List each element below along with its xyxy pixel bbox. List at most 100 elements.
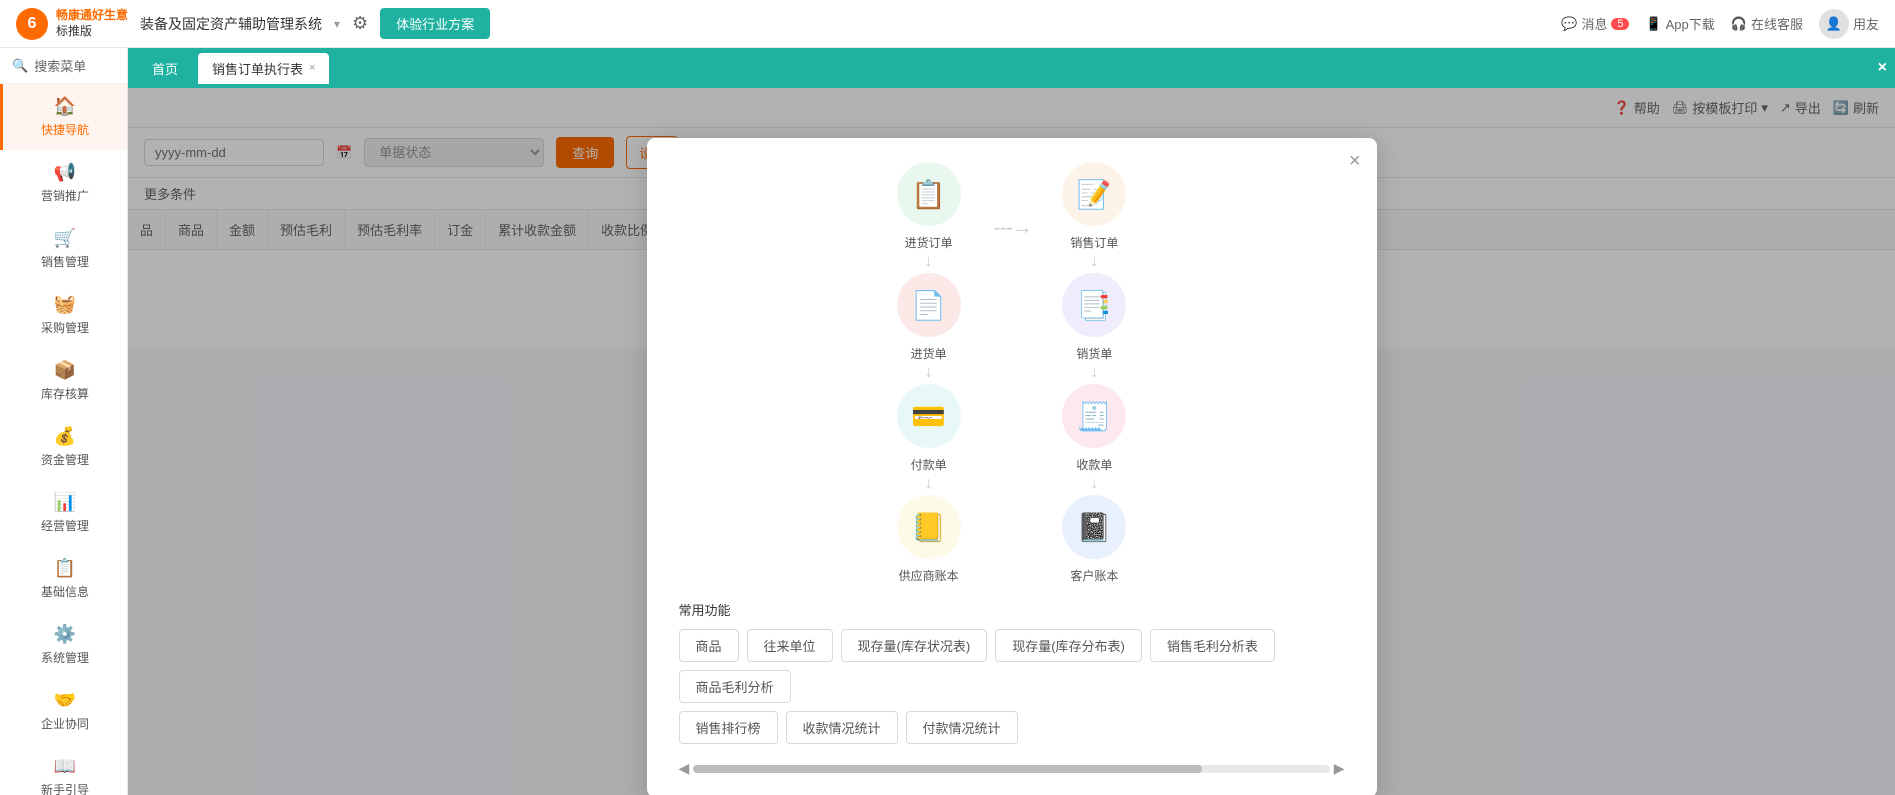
flow-node-payment[interactable]: 💳 付款单 xyxy=(864,384,994,473)
sales-order-label: 销售订单 xyxy=(1070,234,1118,251)
func-btn-现存量(库存状况表)[interactable]: 现存量(库存状况表) xyxy=(841,629,988,662)
payment-circle: 💳 xyxy=(897,384,961,448)
scroll-right-icon[interactable]: ▶ xyxy=(1334,760,1345,777)
sidebar-item-finance[interactable]: 💰 资金管理 xyxy=(0,414,127,480)
sidebar-item-purchase-mgmt[interactable]: 🧺 采购管理 xyxy=(0,282,127,348)
right-flow-col: 📝 销售订单 ↓ 📑 xyxy=(1029,162,1159,584)
flow-diagram: 📋 进货订单 ↓ 📄 xyxy=(679,162,1345,584)
payment-label: 付款单 xyxy=(911,456,947,473)
online-service-button[interactable]: 🎧 在线客服 xyxy=(1731,14,1803,33)
purchase-order-label: 进货订单 xyxy=(905,234,953,251)
top-bar-actions: 💬 消息 5 📱 App下载 🎧 在线客服 👤 用友 xyxy=(1561,9,1879,39)
func-btn-现存量(库存分布表)[interactable]: 现存量(库存分布表) xyxy=(995,629,1142,662)
func-btn-往来单位[interactable]: 往来单位 xyxy=(747,629,833,662)
func-btn-付款情况统计[interactable]: 付款情况统计 xyxy=(906,711,1018,744)
purchase-bill-circle: 📄 xyxy=(897,273,961,337)
search-icon: 🔍 xyxy=(12,58,28,74)
app-download-icon: 📱 xyxy=(1645,16,1661,32)
logo-area: 6 畅康通好生意 标推版 xyxy=(16,8,128,40)
sidebar-item-inventory[interactable]: 📦 库存核算 xyxy=(0,348,127,414)
sidebar-item-marketing[interactable]: 📢 营销推广 xyxy=(0,150,127,216)
basic-info-icon: 📋 xyxy=(54,558,76,579)
purchase-bill-label: 进货单 xyxy=(911,345,947,362)
sidebar-item-newbie[interactable]: 📖 新手引导 xyxy=(0,744,127,795)
app-download-button[interactable]: 📱 App下载 xyxy=(1645,14,1714,33)
customer-ledger-circle: 📓 xyxy=(1062,495,1126,559)
flow-node-receipt[interactable]: 🧾 收款单 xyxy=(1029,384,1159,473)
scroll-left-icon[interactable]: ◀ xyxy=(679,760,690,777)
sidebar-search[interactable]: 🔍 搜索菜单 xyxy=(0,48,127,84)
finance-icon: 💰 xyxy=(54,426,76,447)
func-btn-销售排行榜[interactable]: 销售排行榜 xyxy=(679,711,778,744)
func-buttons-row-2: 销售排行榜收款情况统计付款情况统计 xyxy=(679,711,1345,744)
flow-modal: × 📋 进货订单 xyxy=(647,138,1377,795)
arrow-down-1: ↓ xyxy=(925,253,933,271)
ops-mgmt-icon: 📊 xyxy=(54,492,76,513)
purchase-mgmt-icon: 🧺 xyxy=(54,294,76,315)
arrow-down-6: ↓ xyxy=(1090,475,1098,493)
flow-node-sales-order[interactable]: 📝 销售订单 xyxy=(1029,162,1159,251)
scrollbar-thumb xyxy=(693,765,1202,773)
sidebar: 🔍 搜索菜单 🏠 快捷导航 📢 营销推广 🛒 销售管理 🧺 采购管理 📦 库存核… xyxy=(0,48,128,795)
sales-order-circle: 📝 xyxy=(1062,162,1126,226)
avatar: 👤 xyxy=(1819,9,1849,39)
flow-node-customer-ledger[interactable]: 📓 客户账本 xyxy=(1029,495,1159,584)
sidebar-item-quick-nav[interactable]: 🏠 快捷导航 xyxy=(0,84,127,150)
arrow-down-3: ↓ xyxy=(925,475,933,493)
sidebar-item-sales-mgmt[interactable]: 🛒 销售管理 xyxy=(0,216,127,282)
sidebar-item-ops-mgmt[interactable]: 📊 经营管理 xyxy=(0,480,127,546)
tab-close-icon[interactable]: × xyxy=(309,62,315,74)
scrollbar-track[interactable] xyxy=(693,765,1329,773)
receipt-circle: 🧾 xyxy=(1062,384,1126,448)
arrow-down-4: ↓ xyxy=(1090,253,1098,271)
content-area: 首页 销售订单执行表 × × ❓ 帮助 🖨 xyxy=(128,48,1895,795)
user-menu-button[interactable]: 👤 用友 xyxy=(1819,9,1879,39)
finance-label: 资金管理 xyxy=(41,451,89,468)
flow-node-supplier-ledger[interactable]: 📒 供应商账本 xyxy=(864,495,994,584)
purchase-mgmt-label: 采购管理 xyxy=(41,319,89,336)
func-btn-商品[interactable]: 商品 xyxy=(679,629,739,662)
tab-sales-execution[interactable]: 销售订单执行表 × xyxy=(198,53,329,84)
enterprise-label: 企业协同 xyxy=(41,715,89,732)
settings-icon[interactable]: ⚙ xyxy=(352,13,368,34)
basic-info-label: 基础信息 xyxy=(41,583,89,600)
inventory-icon: 📦 xyxy=(54,360,76,381)
sidebar-item-enterprise[interactable]: 🤝 企业协同 xyxy=(0,678,127,744)
left-flow-col: 📋 进货订单 ↓ 📄 xyxy=(864,162,994,584)
sales-bill-label: 销货单 xyxy=(1076,345,1112,362)
experience-button[interactable]: 体验行业方案 xyxy=(380,8,490,39)
arrow-down-5: ↓ xyxy=(1090,364,1098,382)
tab-home[interactable]: 首页 xyxy=(136,51,194,86)
func-buttons-row-1: 商品往来单位现存量(库存状况表)现存量(库存分布表)销售毛利分析表商品毛利分析 xyxy=(679,629,1345,703)
common-functions-title: 常用功能 xyxy=(679,600,1345,619)
marketing-icon: 📢 xyxy=(54,162,76,183)
message-badge: 5 xyxy=(1611,18,1629,30)
inventory-label: 库存核算 xyxy=(41,385,89,402)
ops-mgmt-label: 经营管理 xyxy=(41,517,89,534)
logo-text: 畅康通好生意 标推版 xyxy=(56,8,128,39)
sidebar-item-basic-info[interactable]: 📋 基础信息 xyxy=(0,546,127,612)
sales-mgmt-icon: 🛒 xyxy=(54,228,76,249)
system-dropdown-arrow[interactable]: ▾ xyxy=(334,17,340,31)
flow-node-purchase-bill[interactable]: 📄 进货单 xyxy=(864,273,994,362)
sales-mgmt-label: 销售管理 xyxy=(41,253,89,270)
message-button[interactable]: 💬 消息 5 xyxy=(1561,14,1629,33)
func-btn-销售毛利分析表[interactable]: 销售毛利分析表 xyxy=(1150,629,1275,662)
sidebar-item-sys-mgmt[interactable]: ⚙️ 系统管理 xyxy=(0,612,127,678)
message-icon: 💬 xyxy=(1561,16,1577,32)
flow-node-sales-bill[interactable]: 📑 销货单 xyxy=(1029,273,1159,362)
close-all-tabs-button[interactable]: × xyxy=(1878,59,1887,77)
common-functions-section: 常用功能 商品往来单位现存量(库存状况表)现存量(库存分布表)销售毛利分析表商品… xyxy=(679,600,1345,744)
enterprise-icon: 🤝 xyxy=(54,690,76,711)
quick-nav-icon: 🏠 xyxy=(54,96,76,117)
customer-ledger-label: 客户账本 xyxy=(1070,567,1118,584)
quick-nav-label: 快捷导航 xyxy=(41,121,89,138)
sys-mgmt-icon: ⚙️ xyxy=(54,624,76,645)
func-btn-商品毛利分析[interactable]: 商品毛利分析 xyxy=(679,670,791,703)
supplier-ledger-circle: 📒 xyxy=(897,495,961,559)
modal-overlay: × 📋 进货订单 xyxy=(128,88,1895,795)
newbie-icon: 📖 xyxy=(54,756,76,777)
flow-node-purchase-order[interactable]: 📋 进货订单 xyxy=(864,162,994,251)
modal-close-button[interactable]: × xyxy=(1349,150,1361,173)
func-btn-收款情况统计[interactable]: 收款情况统计 xyxy=(786,711,898,744)
